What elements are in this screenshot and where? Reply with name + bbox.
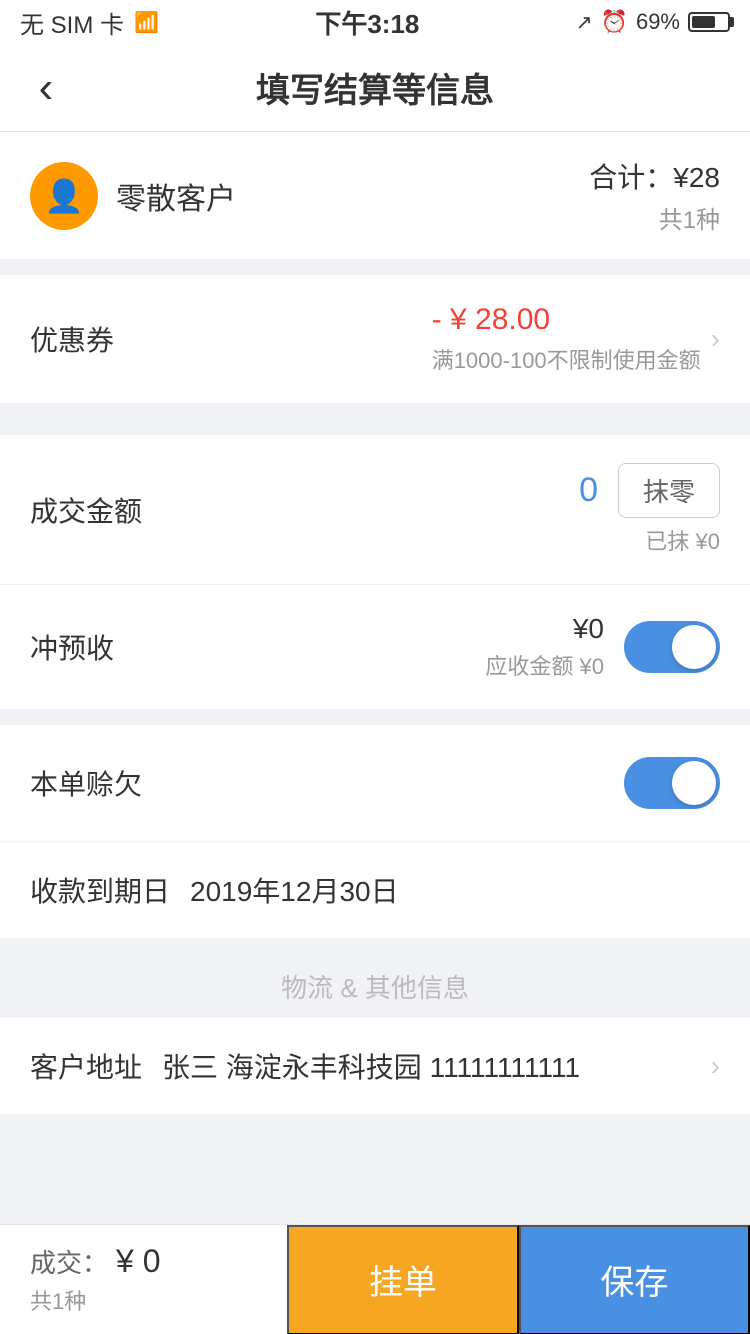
customer-row: 👤 零散客户 合计：¥28 共1种 — [0, 132, 750, 259]
transaction-label: 成交金额 — [30, 490, 142, 530]
coupon-row[interactable]: 优惠券 - ¥ 28.00 满1000-100不限制使用金额 › — [0, 275, 750, 403]
coupon-desc: 满1000-100不限制使用金额 — [432, 343, 701, 375]
customer-name: 零散客户 — [116, 174, 236, 218]
page-title: 填写结算等信息 — [256, 63, 494, 112]
transaction-amount[interactable]: 0 — [538, 471, 598, 510]
due-date-label: 收款到期日 — [30, 870, 170, 910]
address-label: 客户地址 — [30, 1046, 142, 1086]
pre-collection-row: 冲预收 ¥0 应收金额 ¥0 — [0, 585, 750, 709]
back-icon: ‹ — [39, 63, 54, 113]
customer-right: 合计：¥28 共1种 — [589, 156, 720, 235]
transaction-right: 0 抹零 已抹 ¥0 — [538, 463, 720, 556]
coupon-right-text: - ¥ 28.00 满1000-100不限制使用金额 — [432, 303, 701, 375]
gap-2 — [0, 709, 750, 725]
battery-fill — [692, 16, 715, 28]
address-value: 张三 海淀永丰科技园 11111111111 — [162, 1046, 711, 1086]
customer-left: 👤 零散客户 — [30, 162, 236, 230]
due-date-row: 收款到期日 2019年12月30日 — [0, 841, 750, 938]
debt-toggle-knob — [672, 761, 716, 805]
transaction-row: 成交金额 0 抹零 已抹 ¥0 — [0, 435, 750, 585]
back-button[interactable]: ‹ — [24, 66, 68, 110]
transaction-section: 成交金额 0 抹零 已抹 ¥0 冲预收 ¥0 应收金额 ¥0 — [0, 435, 750, 709]
transaction-form-right: 0 抹零 — [538, 463, 720, 518]
customer-section: 👤 零散客户 合计：¥28 共1种 — [0, 132, 750, 259]
footer-deal-amount: ¥ 0 — [116, 1243, 160, 1280]
address-chevron-icon: › — [711, 1050, 720, 1082]
pre-main-amount: ¥0 — [485, 613, 604, 645]
address-section: 客户地址 张三 海淀永丰科技园 11111111111 › — [0, 1018, 750, 1114]
toggle-knob — [672, 625, 716, 669]
pre-amounts: ¥0 应收金额 ¥0 — [485, 613, 604, 681]
status-bar: 无 SIM 卡 📶 下午3:18 ↗ ⏰ 69% — [0, 0, 750, 44]
coupon-section[interactable]: 优惠券 - ¥ 28.00 满1000-100不限制使用金额 › — [0, 275, 750, 403]
logistics-divider: 物流 & 其他信息 — [0, 954, 750, 1018]
debt-section: 本单赊欠 收款到期日 2019年12月30日 — [0, 725, 750, 938]
wifi-icon: 📶 — [134, 10, 159, 35]
nav-bar: ‹ 填写结算等信息 — [0, 44, 750, 132]
total-count: 共1种 — [589, 200, 720, 235]
footer-deal-label: 成交： — [30, 1243, 108, 1280]
alarm-icon: ⏰ — [601, 9, 628, 35]
content: 👤 零散客户 合计：¥28 共1种 优惠券 - ¥ 28.00 满1000-10… — [0, 132, 750, 1234]
avatar-icon: 👤 — [44, 177, 84, 215]
pre-sub-amount: 应收金额 ¥0 — [485, 649, 604, 681]
due-date-value[interactable]: 2019年12月30日 — [190, 870, 399, 910]
coupon-chevron-icon: › — [711, 323, 720, 355]
footer: 成交： ¥ 0 共1种 挂单 保存 — [0, 1224, 750, 1334]
save-button[interactable]: 保存 — [519, 1225, 750, 1334]
hangup-button[interactable]: 挂单 — [287, 1225, 518, 1334]
coupon-right: - ¥ 28.00 满1000-100不限制使用金额 › — [432, 303, 720, 375]
bottom-spacer — [0, 1114, 750, 1234]
status-left: 无 SIM 卡 📶 — [20, 5, 159, 40]
logistics-text: 物流 & 其他信息 — [281, 968, 469, 1005]
round-off-button[interactable]: 抹零 — [618, 463, 720, 518]
coupon-label: 优惠券 — [30, 319, 114, 359]
address-row[interactable]: 客户地址 张三 海淀永丰科技园 11111111111 › — [0, 1018, 750, 1114]
pre-collection-right: ¥0 应收金额 ¥0 — [485, 613, 720, 681]
pre-collection-label: 冲预收 — [30, 627, 114, 667]
footer-info: 成交： ¥ 0 共1种 — [0, 1243, 287, 1316]
footer-deal-count: 共1种 — [30, 1284, 257, 1316]
pre-collection-toggle[interactable] — [624, 621, 720, 673]
total-label: 合计：¥28 — [589, 156, 720, 196]
gap-1 — [0, 419, 750, 435]
coupon-discount: - ¥ 28.00 — [432, 303, 701, 337]
avatar: 👤 — [30, 162, 98, 230]
debt-row: 本单赊欠 — [0, 725, 750, 841]
status-right: ↗ ⏰ 69% — [576, 9, 730, 35]
debt-toggle[interactable] — [624, 757, 720, 809]
battery-text: 69% — [636, 9, 680, 35]
carrier-text: 无 SIM 卡 — [20, 5, 124, 40]
debt-label: 本单赊欠 — [30, 763, 142, 803]
rounded-off-text: 已抹 ¥0 — [538, 524, 720, 556]
battery-icon — [688, 12, 730, 32]
location-icon: ↗ — [576, 10, 593, 35]
status-time: 下午3:18 — [315, 4, 419, 41]
